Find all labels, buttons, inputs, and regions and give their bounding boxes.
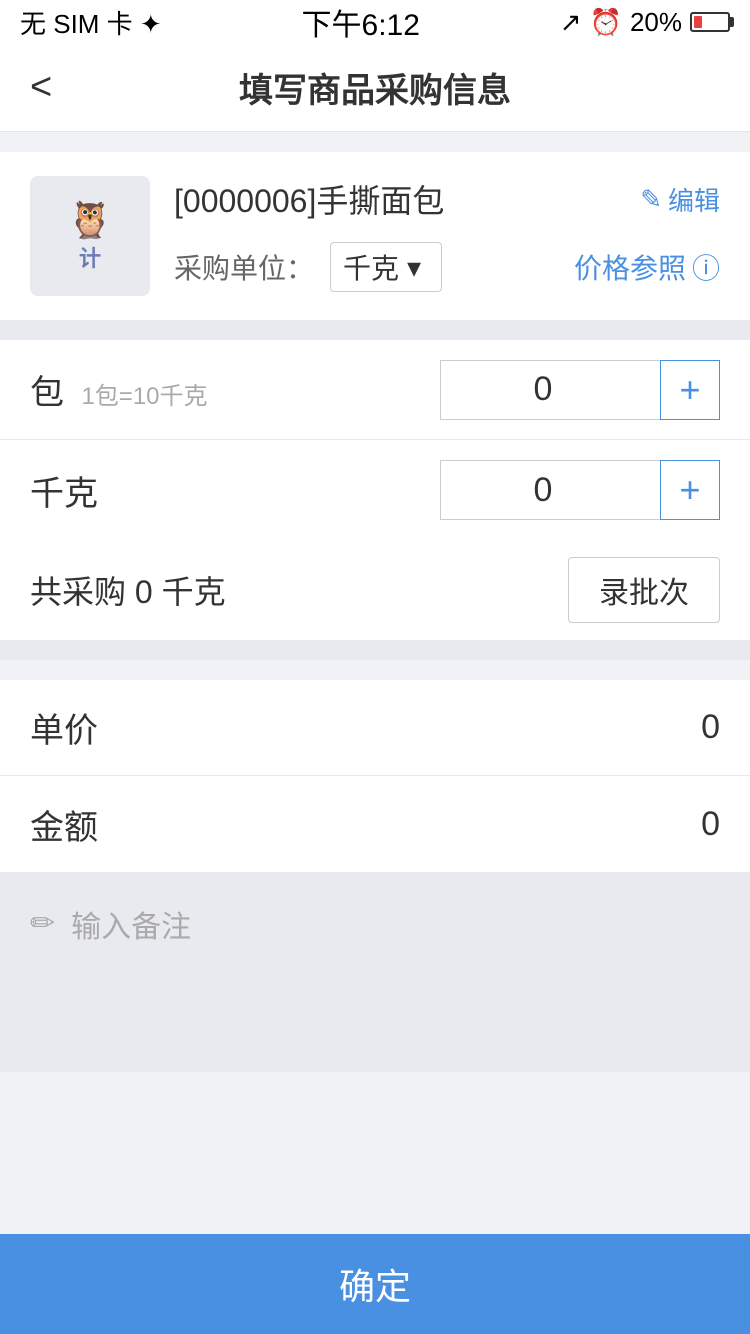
- unit-price-row: 单价 0: [0, 680, 750, 776]
- bag-label: 包 1包=10千克: [30, 365, 208, 414]
- product-info: [0000006]手撕面包 ✎ 编辑 采购单位： 千克 ▾ 价格参照 ⓘ: [174, 176, 720, 292]
- nav-bar: < 填写商品采购信息: [0, 44, 750, 132]
- bag-sublabel: 1包=10千克: [81, 383, 207, 410]
- product-name: [0000006]手撕面包: [174, 176, 444, 222]
- status-time: 下午6:12: [302, 0, 420, 44]
- product-logo: 🦉 计: [68, 199, 113, 273]
- alarm-icon: ⏰: [590, 7, 622, 38]
- logo-text: 计: [79, 241, 101, 273]
- remark-section[interactable]: ✏ 输入备注: [0, 872, 750, 1072]
- amount-row: 金额 0: [0, 776, 750, 872]
- page-title: 填写商品采购信息: [239, 63, 511, 112]
- section-divider-2: [0, 640, 750, 660]
- bag-plus-button[interactable]: +: [660, 360, 720, 420]
- unit-price-value: 0: [701, 708, 720, 747]
- sim-label: 无 SIM 卡 ✦: [20, 4, 162, 41]
- bag-quantity-input[interactable]: [440, 360, 660, 420]
- confirm-button[interactable]: 确定: [0, 1234, 750, 1334]
- status-bar: 无 SIM 卡 ✦ 下午6:12 ↗ ⏰ 20%: [0, 0, 750, 44]
- help-icon: ⓘ: [692, 247, 720, 287]
- edit-icon: ✎: [640, 184, 662, 215]
- back-button[interactable]: <: [30, 66, 52, 109]
- chevron-down-icon: ▾: [407, 251, 421, 284]
- kg-input-row: 千克 +: [0, 440, 750, 540]
- price-ref-button[interactable]: 价格参照 ⓘ: [574, 247, 720, 287]
- product-unit-row: 采购单位： 千克 ▾ 价格参照 ⓘ: [174, 242, 720, 292]
- total-text: 共采购 0 千克: [30, 567, 226, 613]
- amount-label: 金额: [30, 800, 98, 849]
- section-divider-1: [0, 320, 750, 340]
- unit-label: 采购单位：: [174, 247, 314, 287]
- total-row: 共采购 0 千克 录批次: [0, 540, 750, 640]
- unit-select[interactable]: 千克 ▾: [330, 242, 442, 292]
- nav-icon: ↗: [560, 7, 582, 38]
- status-left: 无 SIM 卡 ✦: [20, 4, 162, 41]
- batch-button[interactable]: 录批次: [568, 557, 720, 623]
- product-image: 🦉 计: [30, 176, 150, 296]
- status-right: ↗ ⏰ 20%: [560, 7, 730, 38]
- kg-label: 千克: [30, 466, 98, 515]
- battery-icon: [690, 12, 730, 32]
- price-section: 单价 0 金额 0: [0, 680, 750, 872]
- kg-input-control: +: [440, 460, 720, 520]
- product-card: 🦉 计 [0000006]手撕面包 ✎ 编辑 采购单位： 千克 ▾: [0, 152, 750, 320]
- logo-owl-icon: 🦉: [68, 199, 113, 241]
- remark-placeholder: 输入备注: [71, 902, 191, 946]
- total-amount: 0: [135, 574, 153, 610]
- kg-quantity-input[interactable]: [440, 460, 660, 520]
- pencil-icon: ✏: [30, 906, 55, 941]
- bag-input-row: 包 1包=10千克 +: [0, 340, 750, 440]
- unit-price-label: 单价: [30, 703, 98, 752]
- battery-percent: 20%: [630, 7, 682, 38]
- product-name-row: [0000006]手撕面包 ✎ 编辑: [174, 176, 720, 222]
- input-section: 包 1包=10千克 + 千克 +: [0, 340, 750, 540]
- edit-button[interactable]: ✎ 编辑: [640, 181, 720, 218]
- bag-input-control: +: [440, 360, 720, 420]
- amount-value: 0: [701, 805, 720, 844]
- kg-plus-button[interactable]: +: [660, 460, 720, 520]
